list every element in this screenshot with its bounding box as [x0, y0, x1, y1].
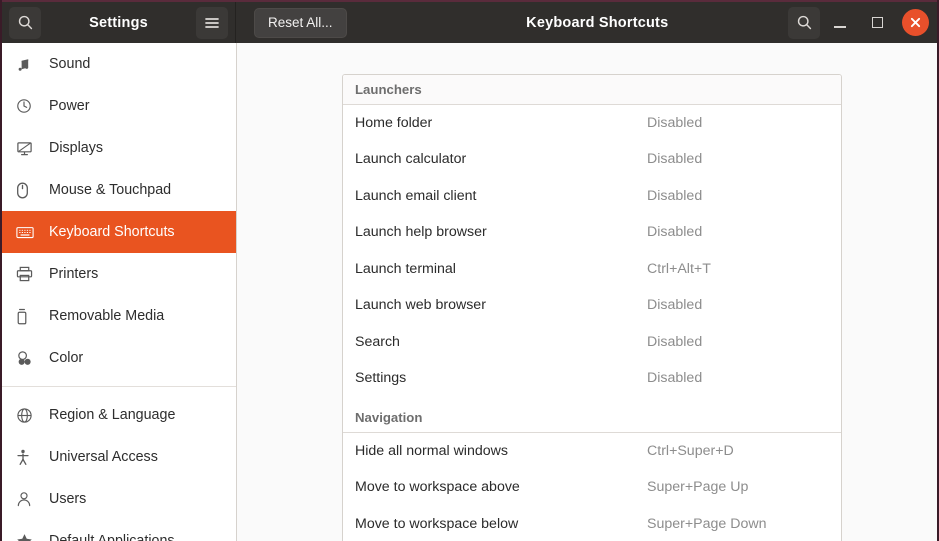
sidebar-item-label: Keyboard Shortcuts	[49, 224, 175, 240]
shortcut-name: Launch terminal	[355, 260, 456, 277]
sidebar-item-users[interactable]: Users	[2, 478, 236, 520]
shortcut-name: Hide all normal windows	[355, 442, 508, 459]
sidebar-item-label: Universal Access	[49, 449, 158, 465]
shortcut-name: Launch email client	[355, 187, 477, 204]
shortcut-name: Move to workspace below	[355, 515, 519, 532]
sidebar-item-label: Users	[49, 491, 87, 507]
mouse-icon	[16, 179, 42, 201]
sound-icon	[16, 53, 42, 75]
sidebar-item-label: Removable Media	[49, 308, 165, 324]
shortcut-value: Ctrl+Super+D	[647, 442, 734, 459]
sidebar-item-sound[interactable]: Sound	[2, 43, 236, 85]
sidebar-item-color[interactable]: Color	[2, 337, 236, 379]
shortcut-value: Ctrl+Alt+T	[647, 260, 711, 277]
color-icon	[16, 347, 42, 369]
app-title: Settings	[89, 14, 148, 31]
table-row[interactable]: Launch email client Disabled	[343, 178, 841, 215]
sidebar-item-label: Default Applications	[49, 533, 175, 541]
sidebar-item-removable-media[interactable]: Removable Media	[2, 295, 236, 337]
sidebar-item-label: Color	[49, 350, 84, 366]
shortcut-name: Launch web browser	[355, 297, 486, 314]
group-header-launchers: Launchers	[343, 75, 841, 105]
sidebar-item-displays[interactable]: Displays	[2, 127, 236, 169]
sidebar-item-universal-access[interactable]: Universal Access	[2, 436, 236, 478]
hamburger-menu-icon[interactable]	[196, 6, 228, 39]
usb-drive-icon	[16, 305, 42, 327]
sidebar-item-default-applications[interactable]: Default Applications	[2, 520, 236, 541]
reset-all-button[interactable]: Reset All...	[254, 7, 347, 38]
accessibility-icon	[16, 446, 42, 468]
title-bar-right: Reset All... Keyboard Shortcuts	[236, 2, 937, 43]
shortcut-search-icon[interactable]	[788, 6, 820, 39]
sidebar-item-label: Printers	[49, 266, 99, 282]
maximize-icon[interactable]	[864, 9, 891, 36]
shortcut-value: Disabled	[647, 224, 703, 241]
table-row[interactable]: Move to workspace above Super+Page Up	[343, 470, 841, 507]
table-row[interactable]: Settings Disabled	[343, 361, 841, 398]
shortcut-value: Disabled	[647, 333, 703, 350]
close-icon[interactable]	[902, 9, 929, 36]
sidebar-item-mouse-touchpad[interactable]: Mouse & Touchpad	[2, 169, 236, 211]
shortcut-value: Disabled	[647, 297, 703, 314]
shortcut-value: Super+Page Down	[647, 515, 767, 532]
settings-window: Settings Reset All... Keyboard Shortcuts	[0, 0, 939, 541]
sidebar-item-label: Displays	[49, 140, 104, 156]
shortcut-name: Launch calculator	[355, 151, 467, 168]
table-row[interactable]: Launch web browser Disabled	[343, 288, 841, 325]
shortcut-value: Super+Page Up	[647, 479, 749, 496]
shortcuts-panel: Launchers Home folder Disabled Launch ca…	[342, 74, 842, 541]
title-bar: Settings Reset All... Keyboard Shortcuts	[2, 0, 937, 43]
table-row[interactable]: Launch help browser Disabled	[343, 215, 841, 252]
sidebar-item-printers[interactable]: Printers	[2, 253, 236, 295]
sidebar-item-power[interactable]: Power	[2, 85, 236, 127]
star-icon	[16, 530, 42, 541]
window-title: Keyboard Shortcuts	[526, 14, 669, 31]
window-controls	[826, 9, 929, 36]
sidebar-item-region-language[interactable]: Region & Language	[2, 394, 236, 436]
content-area: Launchers Home folder Disabled Launch ca…	[238, 43, 937, 541]
shortcut-name: Search	[355, 333, 400, 350]
shortcut-value: Disabled	[647, 151, 703, 168]
sidebar-item-label: Region & Language	[49, 407, 176, 423]
table-row[interactable]: Home folder Disabled	[343, 105, 841, 142]
table-row[interactable]: Search Disabled	[343, 324, 841, 361]
sidebar-separator	[2, 386, 236, 387]
printer-icon	[16, 263, 42, 285]
search-icon[interactable]	[9, 6, 41, 39]
shortcut-value: Disabled	[647, 370, 703, 387]
shortcut-value: Disabled	[647, 114, 703, 131]
table-row[interactable]: Move to workspace below Super+Page Down	[343, 506, 841, 541]
table-row[interactable]: Launch calculator Disabled	[343, 142, 841, 179]
shortcut-name: Settings	[355, 370, 407, 387]
shortcut-value: Disabled	[647, 187, 703, 204]
minimize-icon[interactable]	[826, 9, 853, 36]
sidebar-item-label: Mouse & Touchpad	[49, 182, 172, 198]
sidebar-item-keyboard-shortcuts[interactable]: Keyboard Shortcuts	[2, 211, 236, 253]
power-icon	[16, 95, 42, 117]
display-icon	[16, 137, 42, 159]
user-icon	[16, 488, 42, 510]
shortcut-name: Launch help browser	[355, 224, 487, 241]
globe-icon	[16, 404, 42, 426]
title-bar-left: Settings	[2, 2, 236, 43]
sidebar-item-label: Sound	[49, 56, 91, 72]
sidebar: Sound Power Displays Mouse & Touchpad Ke	[2, 43, 237, 541]
shortcut-name: Move to workspace above	[355, 479, 520, 496]
table-row[interactable]: Hide all normal windows Ctrl+Super+D	[343, 433, 841, 470]
sidebar-item-label: Power	[49, 98, 90, 114]
group-header-navigation: Navigation	[343, 403, 841, 433]
shortcut-name: Home folder	[355, 114, 433, 131]
table-row[interactable]: Launch terminal Ctrl+Alt+T	[343, 251, 841, 288]
keyboard-icon	[16, 221, 42, 243]
